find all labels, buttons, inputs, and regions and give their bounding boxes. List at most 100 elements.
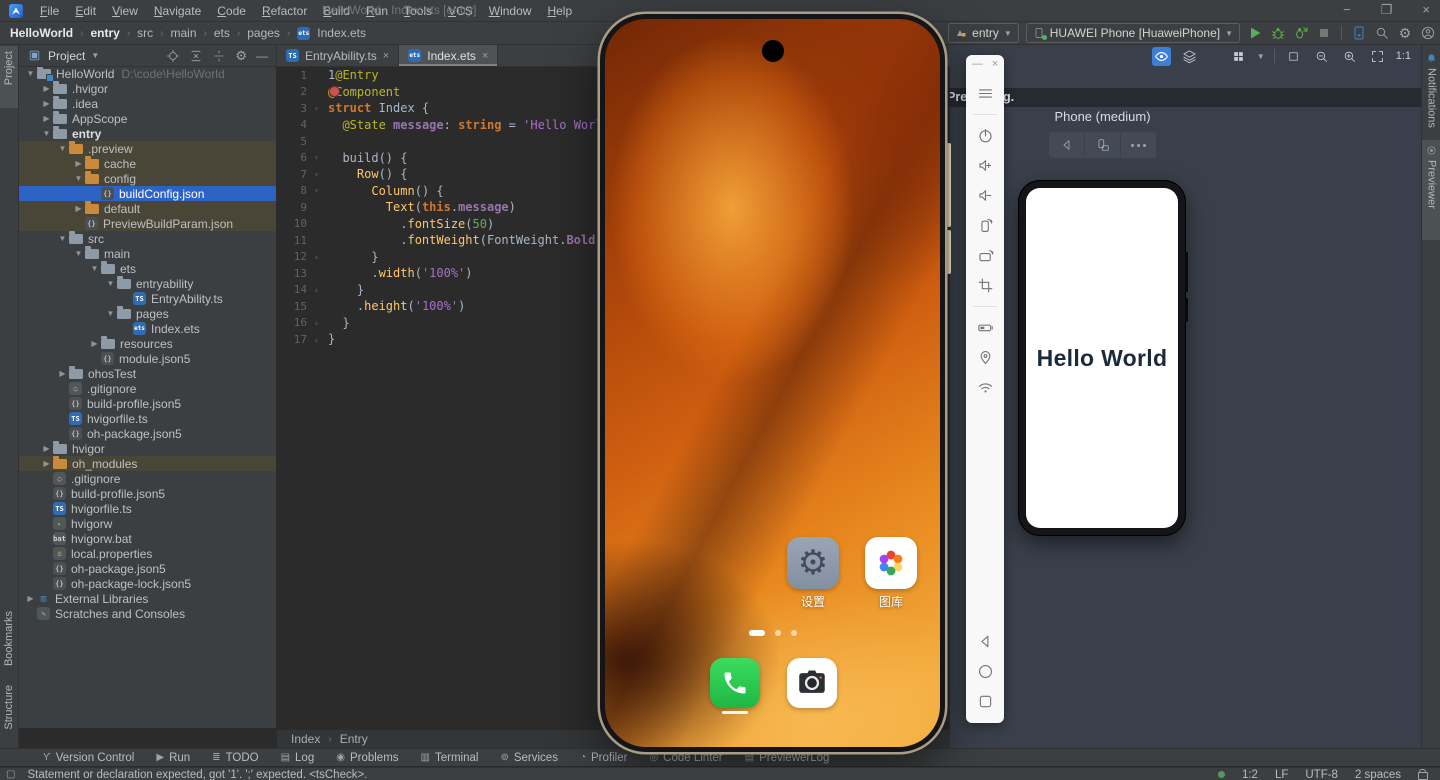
emulator-close-icon[interactable]: × bbox=[992, 58, 998, 70]
menu-window[interactable]: Window bbox=[481, 2, 540, 20]
breadcrumb-item[interactable]: HelloWorld bbox=[10, 26, 73, 40]
tree-row-hvigorw[interactable]: ▸ hvigorw bbox=[18, 516, 276, 531]
zoom-in-icon[interactable] bbox=[1340, 47, 1359, 66]
tree-row-module-json5[interactable]: {} module.json5 bbox=[18, 351, 276, 366]
chevron-down-icon[interactable]: ▼ bbox=[1257, 52, 1265, 61]
close-tab-icon[interactable]: × bbox=[482, 50, 488, 62]
panel-settings-icon[interactable]: ⚙ bbox=[235, 48, 247, 64]
tree-row-external-libraries[interactable]: ▶ ▥ External Libraries bbox=[18, 591, 276, 606]
fold-marker-icon[interactable]: ▵ bbox=[314, 318, 328, 327]
line-separator[interactable]: LF bbox=[1275, 769, 1288, 780]
tree-row-oh-package-json5[interactable]: {} oh-package.json5 bbox=[18, 426, 276, 441]
chevron-down-icon[interactable]: ▼ bbox=[56, 234, 69, 243]
chevron-right-icon[interactable]: ▶ bbox=[40, 84, 53, 93]
hide-panel-icon[interactable]: — bbox=[256, 49, 268, 63]
fold-marker-icon[interactable]: ▵ bbox=[314, 252, 328, 261]
fold-marker-icon[interactable]: ▵ bbox=[314, 335, 328, 344]
minimize-window-icon[interactable]: − bbox=[1343, 0, 1351, 20]
frame-icon[interactable] bbox=[1284, 47, 1303, 66]
zoom-ratio-label[interactable]: 1:1 bbox=[1396, 50, 1411, 62]
screenshot-icon[interactable] bbox=[976, 276, 995, 295]
locate-file-icon[interactable] bbox=[166, 49, 180, 63]
tree-row-local-properties[interactable]: ≡ local.properties bbox=[18, 546, 276, 561]
sidebar-tab-previewer[interactable]: Previewer bbox=[1422, 140, 1440, 240]
menu-icon[interactable] bbox=[976, 84, 995, 103]
battery-icon[interactable] bbox=[976, 318, 995, 337]
tab-entryability[interactable]: TS EntryAbility.ts × bbox=[277, 45, 400, 66]
chevron-down-icon[interactable]: ▼ bbox=[91, 51, 99, 60]
toolwindow-problems[interactable]: ◉ Problems bbox=[327, 749, 407, 766]
tree-row-src[interactable]: ▼ src bbox=[18, 230, 276, 246]
tree-row-entry[interactable]: ▼ entry bbox=[18, 125, 276, 141]
lock-icon[interactable] bbox=[1418, 769, 1428, 780]
tree-row-build-profile-json5[interactable]: {} build-profile.json5 bbox=[18, 396, 276, 411]
rotate-device-icon[interactable] bbox=[1085, 132, 1120, 158]
layers-icon[interactable] bbox=[1180, 47, 1199, 66]
breadcrumb-item[interactable]: Index.ets bbox=[317, 26, 366, 40]
sidebar-tab-notifications[interactable]: Notifications bbox=[1422, 48, 1440, 136]
fold-marker-icon[interactable]: ▵ bbox=[314, 285, 328, 294]
tree-row-entryability[interactable]: ▼ entryability bbox=[18, 275, 276, 291]
tree-row-config[interactable]: ▼ config bbox=[18, 170, 276, 186]
chevron-right-icon[interactable]: ▶ bbox=[88, 339, 101, 348]
menu-code[interactable]: Code bbox=[209, 2, 254, 20]
user-icon[interactable] bbox=[1420, 25, 1436, 41]
tool-window-switcher-icon[interactable]: ▢ bbox=[6, 769, 15, 780]
sidebar-tab-structure[interactable]: Structure bbox=[0, 680, 18, 746]
chevron-right-icon[interactable]: ▶ bbox=[72, 159, 85, 168]
tree-row-build-profile-json5[interactable]: {} build-profile.json5 bbox=[18, 486, 276, 501]
chevron-down-icon[interactable]: ▼ bbox=[72, 174, 85, 183]
close-tab-icon[interactable]: × bbox=[383, 50, 389, 62]
chevron-down-icon[interactable]: ▼ bbox=[88, 264, 101, 273]
chevron-right-icon[interactable]: ▶ bbox=[40, 459, 53, 468]
inspect-icon[interactable] bbox=[1151, 46, 1171, 66]
chevron-right-icon[interactable]: ▶ bbox=[56, 369, 69, 378]
file-encoding[interactable]: UTF-8 bbox=[1305, 769, 1338, 780]
close-window-icon[interactable]: × bbox=[1422, 0, 1430, 20]
recents-nav-icon[interactable] bbox=[976, 692, 995, 711]
fold-marker-icon[interactable]: ▿ bbox=[314, 186, 328, 195]
chevron-down-icon[interactable]: ▼ bbox=[104, 279, 117, 288]
toolwindow-todo[interactable]: ≣ TODO bbox=[203, 749, 267, 766]
breadcrumb-item[interactable]: ets bbox=[214, 26, 230, 40]
menu-navigate[interactable]: Navigate bbox=[146, 2, 209, 20]
volume-down-icon[interactable] bbox=[976, 186, 995, 205]
breadcrumb-item[interactable]: main bbox=[171, 26, 197, 40]
tree-row--idea[interactable]: ▶ .idea bbox=[18, 95, 276, 111]
tree-row-previewbuildparam-json[interactable]: {} PreviewBuildParam.json bbox=[18, 216, 276, 231]
tree-row-buildconfig-json[interactable]: {} buildConfig.json bbox=[18, 186, 276, 201]
tree-row-default[interactable]: ▶ default bbox=[18, 200, 276, 216]
emulator-screen[interactable]: ⚙ 设置 图库 bbox=[605, 19, 940, 747]
chevron-right-icon[interactable]: ▶ bbox=[72, 204, 85, 213]
back-icon[interactable] bbox=[1049, 132, 1084, 158]
breadcrumb-item[interactable]: entry bbox=[90, 26, 119, 40]
menu-file[interactable]: File bbox=[32, 2, 67, 20]
tree-row-hvigorw-bat[interactable]: bat hvigorw.bat bbox=[18, 531, 276, 546]
tree-row-ohostest[interactable]: ▶ ohosTest bbox=[18, 365, 276, 381]
chevron-down-icon[interactable]: ▼ bbox=[104, 309, 117, 318]
menu-view[interactable]: View bbox=[104, 2, 146, 20]
toolwindow-version-control[interactable]: ϒ Version Control bbox=[34, 749, 143, 766]
breadcrumb-item[interactable]: src bbox=[137, 26, 153, 40]
tree-row-appscope[interactable]: ▶ AppScope bbox=[18, 110, 276, 126]
more-icon[interactable] bbox=[1121, 132, 1156, 158]
chevron-down-icon[interactable]: ▼ bbox=[24, 69, 37, 78]
toolwindow-services[interactable]: ⊚ Services bbox=[491, 749, 567, 766]
tree-row-hvigorfile-ts[interactable]: TS hvigorfile.ts bbox=[18, 411, 276, 426]
search-icon[interactable] bbox=[1374, 25, 1390, 41]
restore-window-icon[interactable]: ❐ bbox=[1381, 0, 1393, 20]
tree-row-main[interactable]: ▼ main bbox=[18, 245, 276, 261]
editor-crumb[interactable]: Entry bbox=[340, 732, 368, 746]
gallery-app-icon[interactable] bbox=[865, 537, 917, 589]
debug-icon[interactable] bbox=[1270, 25, 1286, 41]
fold-marker-icon[interactable]: ▿ bbox=[314, 153, 328, 162]
toolwindow-log[interactable]: ▤ Log bbox=[272, 749, 324, 766]
rotate-screen-icon[interactable] bbox=[976, 246, 995, 265]
tree-row-entryability-ts[interactable]: TS EntryAbility.ts bbox=[18, 291, 276, 306]
home-nav-icon[interactable] bbox=[976, 662, 995, 681]
toolwindow-run[interactable]: ▶ Run bbox=[147, 749, 199, 766]
phone-app-icon[interactable] bbox=[710, 658, 760, 708]
fold-marker-icon[interactable]: ▿ bbox=[314, 170, 328, 179]
toolwindow-terminal[interactable]: ▥ Terminal bbox=[412, 749, 488, 766]
settings-icon[interactable]: ⚙ bbox=[1397, 25, 1413, 41]
